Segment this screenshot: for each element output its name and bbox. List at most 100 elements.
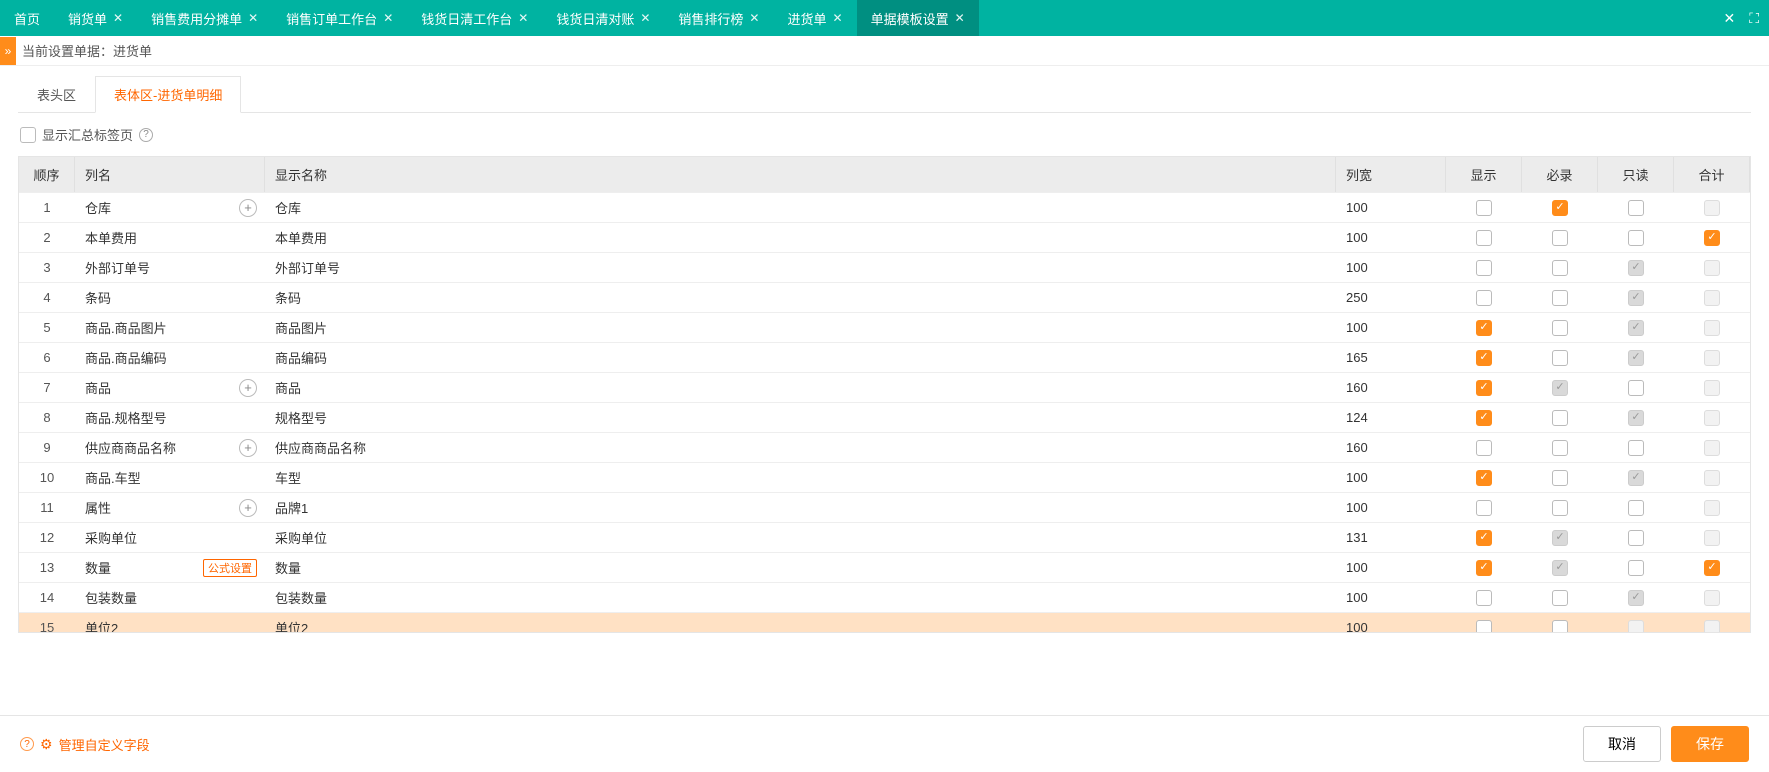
checkbox-readonly[interactable] — [1628, 440, 1644, 456]
checkbox-show[interactable] — [1476, 440, 1492, 456]
table-row[interactable]: 9供应商商品名称+供应商商品名称160 — [19, 432, 1750, 462]
checkbox-required[interactable] — [1552, 620, 1568, 633]
close-icon[interactable]: ✕ — [749, 11, 759, 25]
help-icon[interactable]: ? — [139, 128, 153, 142]
cell-display-name[interactable]: 单位2 — [265, 613, 1336, 632]
cell-display-name[interactable]: 包装数量 — [265, 583, 1336, 612]
cell-width[interactable]: 100 — [1336, 555, 1446, 580]
checkbox-show[interactable] — [1476, 260, 1492, 276]
manage-custom-fields-link[interactable]: 管理自定义字段 — [59, 735, 150, 754]
checkbox-required[interactable] — [1552, 290, 1568, 306]
table-row[interactable]: 6商品.商品编码商品编码165 — [19, 342, 1750, 372]
save-button[interactable]: 保存 — [1671, 726, 1749, 762]
cell-width[interactable]: 100 — [1336, 495, 1446, 520]
checkbox-total[interactable] — [1704, 560, 1720, 576]
cell-width[interactable]: 100 — [1336, 195, 1446, 220]
checkbox-required[interactable] — [1552, 440, 1568, 456]
close-icon[interactable]: ✕ — [248, 11, 258, 25]
checkbox-readonly[interactable] — [1628, 230, 1644, 246]
cell-display-name[interactable]: 商品 — [265, 373, 1336, 402]
cell-width[interactable]: 160 — [1336, 435, 1446, 460]
table-row[interactable]: 13数量公式设置数量100 — [19, 552, 1750, 582]
cell-display-name[interactable]: 本单费用 — [265, 223, 1336, 252]
inner-tab[interactable]: 表体区-进货单明细 — [95, 76, 241, 113]
checkbox-show[interactable] — [1476, 200, 1492, 216]
cell-width[interactable]: 100 — [1336, 255, 1446, 280]
cell-display-name[interactable]: 品牌1 — [265, 493, 1336, 522]
cell-display-name[interactable]: 车型 — [265, 463, 1336, 492]
cancel-button[interactable]: 取消 — [1583, 726, 1661, 762]
close-all-icon[interactable]: ✕ — [1723, 10, 1735, 27]
top-tab[interactable]: 销售排行榜✕ — [664, 0, 773, 36]
checkbox-show[interactable] — [1476, 530, 1492, 546]
close-icon[interactable]: ✕ — [383, 11, 393, 25]
checkbox-show[interactable] — [1476, 560, 1492, 576]
checkbox-required[interactable] — [1552, 470, 1568, 486]
cell-display-name[interactable]: 外部订单号 — [265, 253, 1336, 282]
checkbox-show[interactable] — [1476, 380, 1492, 396]
cell-width[interactable]: 100 — [1336, 615, 1446, 632]
top-tab[interactable]: 钱货日清工作台✕ — [407, 0, 542, 36]
table-row[interactable]: 4条码条码250 — [19, 282, 1750, 312]
checkbox-readonly[interactable] — [1628, 200, 1644, 216]
cell-display-name[interactable]: 数量 — [265, 553, 1336, 582]
gear-icon[interactable]: ⚙ — [40, 736, 53, 753]
checkbox-show[interactable] — [1476, 620, 1492, 633]
close-icon[interactable]: ✕ — [833, 11, 843, 25]
close-icon[interactable]: ✕ — [518, 11, 528, 25]
checkbox-required[interactable] — [1552, 500, 1568, 516]
top-tab[interactable]: 钱货日清对账✕ — [542, 0, 664, 36]
cell-width[interactable]: 100 — [1336, 315, 1446, 340]
add-icon[interactable]: + — [239, 499, 257, 517]
checkbox-required[interactable] — [1552, 230, 1568, 246]
close-icon[interactable]: ✕ — [113, 11, 123, 25]
checkbox-show[interactable] — [1476, 350, 1492, 366]
cell-width[interactable]: 124 — [1336, 405, 1446, 430]
checkbox-show[interactable] — [1476, 590, 1492, 606]
table-row[interactable]: 8商品.规格型号规格型号124 — [19, 402, 1750, 432]
checkbox-required[interactable] — [1552, 350, 1568, 366]
checkbox-total[interactable] — [1704, 230, 1720, 246]
cell-width[interactable]: 100 — [1336, 585, 1446, 610]
table-row[interactable]: 2本单费用本单费用100 — [19, 222, 1750, 252]
cell-display-name[interactable]: 采购单位 — [265, 523, 1336, 552]
top-tab[interactable]: 销货单✕ — [54, 0, 137, 36]
inner-tab[interactable]: 表头区 — [18, 76, 95, 112]
cell-display-name[interactable]: 条码 — [265, 283, 1336, 312]
cell-display-name[interactable]: 商品编码 — [265, 343, 1336, 372]
checkbox-readonly[interactable] — [1628, 380, 1644, 396]
checkbox-required[interactable] — [1552, 320, 1568, 336]
cell-width[interactable]: 131 — [1336, 525, 1446, 550]
table-row[interactable]: 7商品+商品160 — [19, 372, 1750, 402]
checkbox-show[interactable] — [1476, 500, 1492, 516]
add-icon[interactable]: + — [239, 199, 257, 217]
cell-width[interactable]: 100 — [1336, 465, 1446, 490]
top-tab[interactable]: 销售费用分摊单✕ — [137, 0, 272, 36]
table-row[interactable]: 11属性+品牌1100 — [19, 492, 1750, 522]
show-summary-checkbox[interactable] — [20, 127, 36, 143]
cell-display-name[interactable]: 供应商商品名称 — [265, 433, 1336, 462]
add-icon[interactable]: + — [239, 439, 257, 457]
cell-display-name[interactable]: 仓库 — [265, 193, 1336, 222]
cell-width[interactable]: 100 — [1336, 225, 1446, 250]
checkbox-show[interactable] — [1476, 230, 1492, 246]
cell-width[interactable]: 250 — [1336, 285, 1446, 310]
checkbox-required[interactable] — [1552, 410, 1568, 426]
fullscreen-icon[interactable]: ⛶ — [1749, 10, 1759, 27]
cell-display-name[interactable]: 规格型号 — [265, 403, 1336, 432]
checkbox-show[interactable] — [1476, 290, 1492, 306]
cell-width[interactable]: 165 — [1336, 345, 1446, 370]
checkbox-show[interactable] — [1476, 320, 1492, 336]
table-row[interactable]: 5商品.商品图片商品图片100 — [19, 312, 1750, 342]
checkbox-readonly[interactable] — [1628, 560, 1644, 576]
cell-width[interactable]: 160 — [1336, 375, 1446, 400]
top-tab[interactable]: 首页 — [0, 0, 54, 36]
checkbox-readonly[interactable] — [1628, 530, 1644, 546]
footer-help-icon[interactable]: ? — [20, 737, 34, 751]
table-row[interactable]: 3外部订单号外部订单号100 — [19, 252, 1750, 282]
close-icon[interactable]: ✕ — [640, 11, 650, 25]
table-row[interactable]: 1仓库+仓库100 — [19, 192, 1750, 222]
top-tab[interactable]: 进货单✕ — [773, 0, 856, 36]
checkbox-required[interactable] — [1552, 590, 1568, 606]
table-row[interactable]: 15单位2单位2100 — [19, 612, 1750, 632]
